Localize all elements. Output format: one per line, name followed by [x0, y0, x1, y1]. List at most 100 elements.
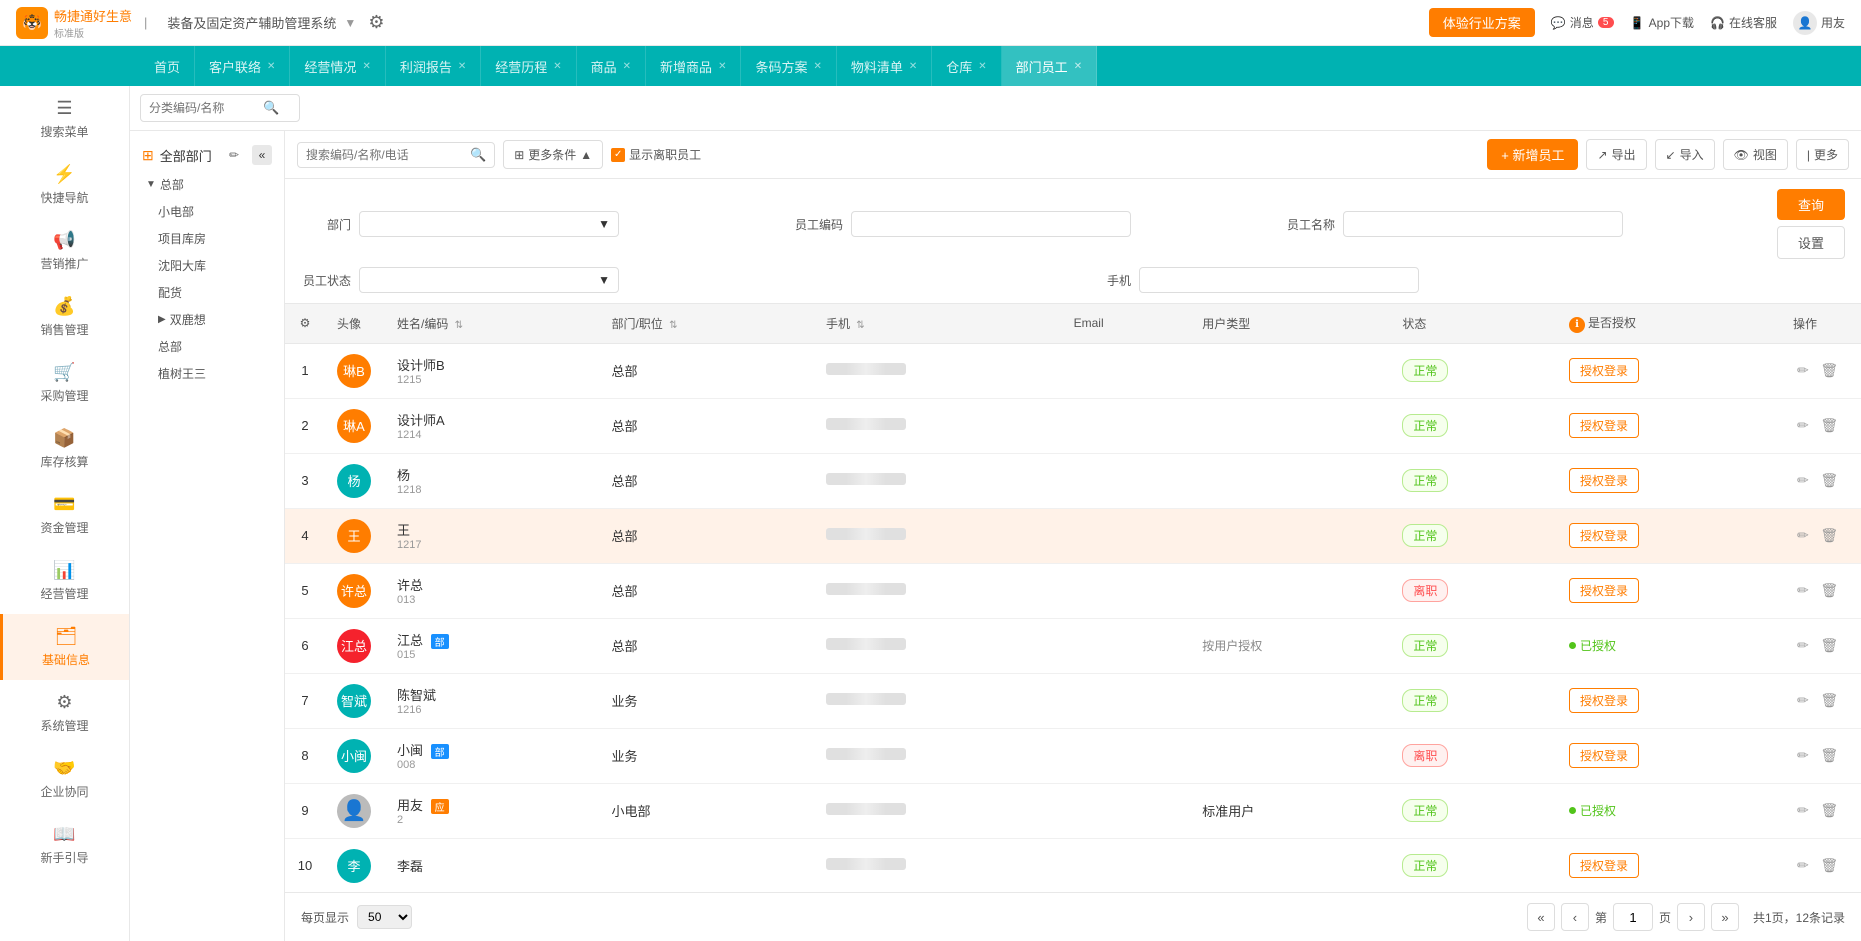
delete-button[interactable]: 🗑	[1816, 800, 1842, 821]
edit-button[interactable]: ✏	[1793, 525, 1813, 546]
auth-login-button[interactable]: 授权登录	[1569, 413, 1639, 438]
more-button[interactable]: | 更多	[1796, 139, 1849, 170]
show-resigned-toggle[interactable]: ✓ 显示离职员工	[611, 146, 701, 163]
last-page-button[interactable]: »	[1711, 903, 1739, 931]
nav-tab-customer[interactable]: 客户联络✕	[195, 46, 290, 86]
sidebar-item-quicknav[interactable]: ⚡ 快捷导航	[0, 152, 129, 218]
page-size-select[interactable]: 50 100 200	[357, 905, 412, 929]
auth-login-button[interactable]: 授权登录	[1569, 743, 1639, 768]
sidebar-item-marketing[interactable]: 📢 营销推广	[0, 218, 129, 284]
more-filter-button[interactable]: ⊞ 更多条件 ▲	[503, 140, 603, 169]
auth-login-button[interactable]: 授权登录	[1569, 468, 1639, 493]
cell-name: 用友 应 2	[385, 783, 599, 838]
delete-button[interactable]: 🗑	[1816, 525, 1842, 546]
delete-button[interactable]: 🗑	[1816, 360, 1842, 381]
sys-dropdown-arrow[interactable]: ▼	[344, 16, 356, 30]
emp-status-select[interactable]: ▼	[359, 267, 619, 293]
nav-tab-bom[interactable]: 物料清单✕	[837, 46, 932, 86]
delete-button[interactable]: 🗑	[1816, 745, 1842, 766]
export-button[interactable]: ↗ 导出	[1586, 139, 1646, 170]
search-button[interactable]: 查询	[1777, 189, 1845, 220]
employee-search-input[interactable]	[306, 148, 466, 162]
delete-button[interactable]: 🗑	[1816, 855, 1842, 876]
sidebar-item-inventory[interactable]: 📦 库存核算	[0, 416, 129, 482]
delete-button[interactable]: 🗑	[1816, 635, 1842, 656]
app-download-button[interactable]: 📱 App下载	[1630, 14, 1694, 31]
phone-input[interactable]	[1139, 267, 1419, 293]
delete-button[interactable]: 🗑	[1816, 580, 1842, 601]
next-page-button[interactable]: ›	[1677, 903, 1705, 931]
cell-status: 正常	[1390, 508, 1557, 563]
first-page-button[interactable]: «	[1527, 903, 1555, 931]
dept-item-headquarters-parent[interactable]: ▼总部	[130, 171, 284, 198]
emp-code-input[interactable]	[851, 211, 1131, 237]
reset-button[interactable]: 设置	[1777, 226, 1845, 259]
delete-button[interactable]: 🗑	[1816, 690, 1842, 711]
edit-button[interactable]: ✏	[1793, 855, 1813, 876]
view-button[interactable]: 👁 视图	[1723, 139, 1788, 170]
col-name[interactable]: 姓名/编码 ⇅	[385, 304, 599, 343]
nav-tab-barcode[interactable]: 条码方案✕	[741, 46, 836, 86]
edit-button[interactable]: ✏	[1793, 415, 1813, 436]
dept-item-small-electric[interactable]: 小电部	[130, 198, 284, 225]
classification-search-icon[interactable]: 🔍	[263, 100, 279, 116]
auth-login-button[interactable]: 授权登录	[1569, 578, 1639, 603]
col-settings[interactable]: ⚙	[285, 304, 325, 343]
sidebar-item-collab[interactable]: 🤝 企业协同	[0, 746, 129, 812]
resigned-checkbox[interactable]: ✓	[611, 148, 625, 162]
nav-tab-goods[interactable]: 商品✕	[577, 46, 646, 86]
delete-button[interactable]: 🗑	[1816, 470, 1842, 491]
sidebar-item-purchase[interactable]: 🛒 采购管理	[0, 350, 129, 416]
import-button[interactable]: ↙ 导入	[1655, 139, 1715, 170]
edit-button[interactable]: ✏	[1793, 580, 1813, 601]
classification-search-input[interactable]	[149, 101, 259, 115]
dept-item-shenyang[interactable]: 沈阳大库	[130, 252, 284, 279]
auth-login-button[interactable]: 授权登录	[1569, 688, 1639, 713]
dept-item-project-warehouse[interactable]: 项目库房	[130, 225, 284, 252]
nav-tab-history[interactable]: 经营历程✕	[481, 46, 576, 86]
edit-button[interactable]: ✏	[1793, 635, 1813, 656]
dept-item-shuanglu[interactable]: ▶双鹿想	[130, 306, 284, 333]
settings-gear-icon[interactable]: ⚙	[368, 12, 384, 33]
edit-button[interactable]: ✏	[1793, 690, 1813, 711]
col-dept[interactable]: 部门/职位 ⇅	[599, 304, 813, 343]
col-phone[interactable]: 手机 ⇅	[814, 304, 1062, 343]
edit-button[interactable]: ✏	[1793, 800, 1813, 821]
edit-button[interactable]: ✏	[1793, 470, 1813, 491]
dept-edit-icon[interactable]: ✏	[224, 145, 244, 165]
page-input[interactable]	[1613, 903, 1653, 931]
cell-usertype: 按用户授权	[1190, 618, 1390, 673]
message-button[interactable]: 💬 消息 5	[1551, 14, 1614, 31]
edit-button[interactable]: ✏	[1793, 360, 1813, 381]
edit-button[interactable]: ✏	[1793, 745, 1813, 766]
auth-login-button[interactable]: 授权登录	[1569, 853, 1639, 878]
sidebar-item-search[interactable]: ☰ 搜索菜单	[0, 86, 129, 152]
nav-tab-employees[interactable]: 部门员工✕	[1002, 46, 1097, 86]
nav-tab-warehouse[interactable]: 仓库✕	[932, 46, 1001, 86]
sidebar-item-guide[interactable]: 📖 新手引导	[0, 812, 129, 878]
sidebar-item-system[interactable]: ⚙ 系统管理	[0, 680, 129, 746]
prev-page-button[interactable]: ‹	[1561, 903, 1589, 931]
delete-button[interactable]: 🗑	[1816, 415, 1842, 436]
sidebar-item-basic[interactable]: 🗂 基础信息	[0, 614, 129, 680]
dept-item-hq[interactable]: 总部	[130, 333, 284, 360]
auth-login-button[interactable]: 授权登录	[1569, 358, 1639, 383]
sidebar-item-finance[interactable]: 💳 资金管理	[0, 482, 129, 548]
add-employee-button[interactable]: + 新增员工	[1487, 139, 1578, 170]
user-button[interactable]: 👤 用友	[1793, 11, 1845, 35]
employee-search-icon[interactable]: 🔍	[470, 147, 486, 163]
emp-name-input[interactable]	[1343, 211, 1623, 237]
nav-tab-home[interactable]: 首页	[140, 46, 195, 86]
nav-tab-operation[interactable]: 经营情况✕	[290, 46, 385, 86]
nav-tab-profit[interactable]: 利润报告✕	[386, 46, 481, 86]
sidebar-item-sales[interactable]: 💰 销售管理	[0, 284, 129, 350]
dept-item-plant-tree[interactable]: 植树王三	[130, 360, 284, 387]
dept-select[interactable]: ▼	[359, 211, 619, 237]
auth-login-button[interactable]: 授权登录	[1569, 523, 1639, 548]
trial-button[interactable]: 体验行业方案	[1429, 8, 1535, 37]
online-service-button[interactable]: 🎧 在线客服	[1710, 14, 1777, 31]
dept-collapse-icon[interactable]: «	[252, 145, 272, 165]
nav-tab-addgoods[interactable]: 新增商品✕	[646, 46, 741, 86]
sidebar-item-mgmt[interactable]: 📊 经营管理	[0, 548, 129, 614]
dept-item-distribution[interactable]: 配货	[130, 279, 284, 306]
